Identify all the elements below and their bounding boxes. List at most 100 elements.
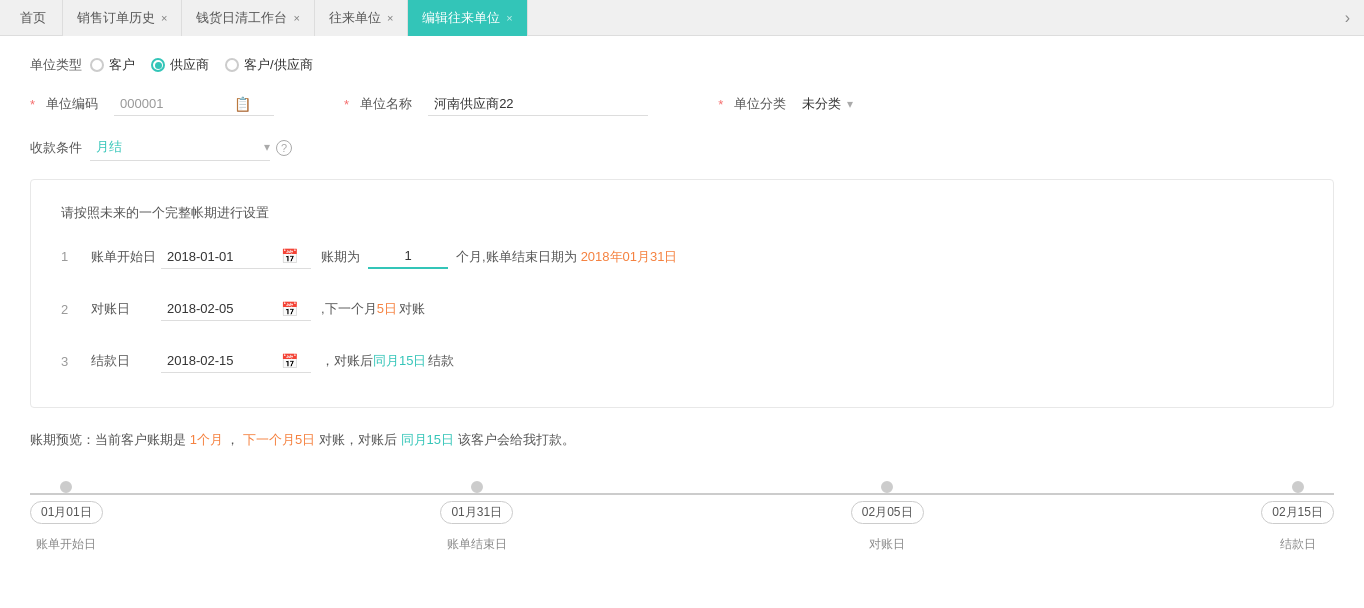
unit-name-label: 单位名称: [360, 95, 412, 113]
row-reconciliation: 2 对账日 📅 ,下一个月 5日 对账: [61, 297, 1303, 321]
tab-partner[interactable]: 往来单位 ×: [315, 0, 408, 36]
radio-customer[interactable]: 客户: [90, 56, 135, 74]
preview-text: 账期预览：当前客户账期是 1个月 ， 下一个月5日 对账，对账后 同月15日 该…: [30, 428, 1334, 451]
timeline-node-2: 02月05日 对账日: [851, 481, 924, 553]
payment-row: 收款条件 月结 ▾ ?: [30, 134, 1334, 161]
date-input-1: 📅: [161, 245, 311, 269]
unit-classify-value: 未分类: [802, 95, 841, 113]
radio-both-label: 客户/供应商: [244, 56, 313, 74]
preview-part3: 对账，对账后: [319, 432, 397, 447]
tab-scroll-right-icon[interactable]: ›: [1335, 9, 1360, 27]
unit-code-input-wrap: 📋: [114, 92, 274, 116]
unit-code-input[interactable]: [114, 92, 234, 115]
preview-sep1: ，: [226, 432, 239, 447]
tab-home[interactable]: 首页: [4, 0, 63, 36]
unit-classify-select[interactable]: 未分类 ▾: [802, 95, 853, 113]
period-input-wrap: [368, 244, 448, 269]
settlement-date-input[interactable]: [161, 349, 281, 372]
row-settlement: 3 结款日 📅 ，对账后 同月15日 结款: [61, 349, 1303, 373]
tab-partner-label: 往来单位: [329, 9, 381, 27]
timeline-dot-0: [60, 481, 72, 493]
unit-classify-label: 单位分类: [734, 95, 786, 113]
radio-circle-both: [225, 58, 239, 72]
close-icon[interactable]: ×: [506, 12, 512, 24]
classify-dropdown-icon: ▾: [847, 97, 853, 111]
start-date-input[interactable]: [161, 245, 281, 268]
date-input-2: 📅: [161, 297, 311, 321]
unit-code-label: 单位编码: [46, 95, 98, 113]
radio-customer-label: 客户: [109, 56, 135, 74]
calendar-icon-2[interactable]: 📅: [281, 301, 298, 317]
tab-sales-history[interactable]: 销售订单历史 ×: [63, 0, 182, 36]
unit-info-row: * 单位编码 📋 * 单位名称 * 单位分类 未分类 ▾: [30, 92, 1334, 116]
tab-sales-history-label: 销售订单历史: [77, 9, 155, 27]
radio-supplier-label: 供应商: [170, 56, 209, 74]
timeline-label-3: 02月15日: [1261, 501, 1334, 524]
period-end-date: 2018年01月31日: [581, 248, 678, 266]
reconciliation-suffix-highlight: 5日: [377, 300, 397, 318]
preview-prefix: 账期预览：当前客户账期是: [30, 432, 186, 447]
unit-type-label: 单位类型: [30, 56, 82, 74]
timeline-sub-3: 结款日: [1280, 536, 1316, 553]
settlement-suffix-highlight: 同月15日: [373, 352, 426, 370]
payment-value: 月结: [90, 134, 264, 160]
preview-section: 账期预览：当前客户账期是 1个月 ， 下一个月5日 对账，对账后 同月15日 该…: [30, 428, 1334, 553]
field-label-3: 结款日: [91, 352, 161, 370]
required-star-name: *: [344, 97, 349, 112]
preview-part4: 同月15日: [401, 432, 454, 447]
field-label-1: 账单开始日: [91, 248, 161, 266]
radio-both[interactable]: 客户/供应商: [225, 56, 313, 74]
tab-cash-work-label: 钱货日清工作台: [196, 9, 287, 27]
tab-bar: 首页 销售订单历史 × 钱货日清工作台 × 往来单位 × 编辑往来单位 × ›: [0, 0, 1364, 36]
period-label: 账期为: [321, 248, 360, 266]
help-icon[interactable]: ?: [276, 140, 292, 156]
document-icon[interactable]: 📋: [234, 96, 251, 112]
radio-circle-customer: [90, 58, 104, 72]
close-icon[interactable]: ×: [293, 12, 299, 24]
payment-select[interactable]: 月结 ▾: [90, 134, 270, 161]
settlement-suffix-end: 结款: [428, 352, 454, 370]
tab-edit-partner[interactable]: 编辑往来单位 ×: [408, 0, 527, 36]
timeline-dot-3: [1292, 481, 1304, 493]
calendar-icon-3[interactable]: 📅: [281, 353, 298, 369]
reconciliation-suffix-end: 对账: [399, 300, 425, 318]
field-label-2: 对账日: [91, 300, 161, 318]
timeline-node-1: 01月31日 账单结束日: [440, 481, 513, 553]
section-title: 请按照未来的一个完整帐期进行设置: [61, 204, 1303, 222]
timeline-nodes: 01月01日 账单开始日 01月31日 账单结束日 02月05日 对账日 02月…: [30, 481, 1334, 553]
calendar-icon-1[interactable]: 📅: [281, 248, 298, 264]
timeline-node-3: 02月15日 结款日: [1261, 481, 1334, 553]
required-star-classify: *: [718, 97, 723, 112]
main-content: 单位类型 客户 供应商 客户/供应商 * 单位编码 📋: [0, 36, 1364, 608]
radio-supplier[interactable]: 供应商: [151, 56, 209, 74]
unit-type-radio-group: 客户 供应商 客户/供应商: [90, 56, 313, 74]
reconciliation-date-input[interactable]: [161, 297, 281, 320]
period-value-input[interactable]: [368, 244, 448, 269]
timeline-node-0: 01月01日 账单开始日: [30, 481, 103, 553]
timeline-sub-0: 账单开始日: [36, 536, 96, 553]
required-star-code: *: [30, 97, 35, 112]
tab-edit-partner-label: 编辑往来单位: [422, 9, 500, 27]
period-settings-box: 请按照未来的一个完整帐期进行设置 1 账单开始日 📅 账期为 个月,账单结束日期…: [30, 179, 1334, 408]
row-account-start: 1 账单开始日 📅 账期为 个月,账单结束日期为 2018年01月31日: [61, 244, 1303, 269]
row-num-3: 3: [61, 354, 91, 369]
preview-suffix: 该客户会给我打款。: [458, 432, 575, 447]
period-unit-text: 个月,账单结束日期为: [456, 248, 577, 266]
timeline: 01月01日 账单开始日 01月31日 账单结束日 02月05日 对账日 02月…: [30, 481, 1334, 553]
radio-circle-supplier: [151, 58, 165, 72]
timeline-sub-1: 账单结束日: [447, 536, 507, 553]
preview-part1: 1个月: [190, 432, 223, 447]
tab-home-label: 首页: [20, 9, 46, 27]
payment-label: 收款条件: [30, 139, 82, 157]
timeline-dot-1: [471, 481, 483, 493]
preview-part2: 下一个月5日: [243, 432, 315, 447]
date-input-3: 📅: [161, 349, 311, 373]
row-num-1: 1: [61, 249, 91, 264]
timeline-sub-2: 对账日: [869, 536, 905, 553]
tab-cash-work[interactable]: 钱货日清工作台 ×: [182, 0, 314, 36]
timeline-dot-2: [881, 481, 893, 493]
close-icon[interactable]: ×: [387, 12, 393, 24]
unit-name-input[interactable]: [428, 92, 648, 116]
row-num-2: 2: [61, 302, 91, 317]
close-icon[interactable]: ×: [161, 12, 167, 24]
